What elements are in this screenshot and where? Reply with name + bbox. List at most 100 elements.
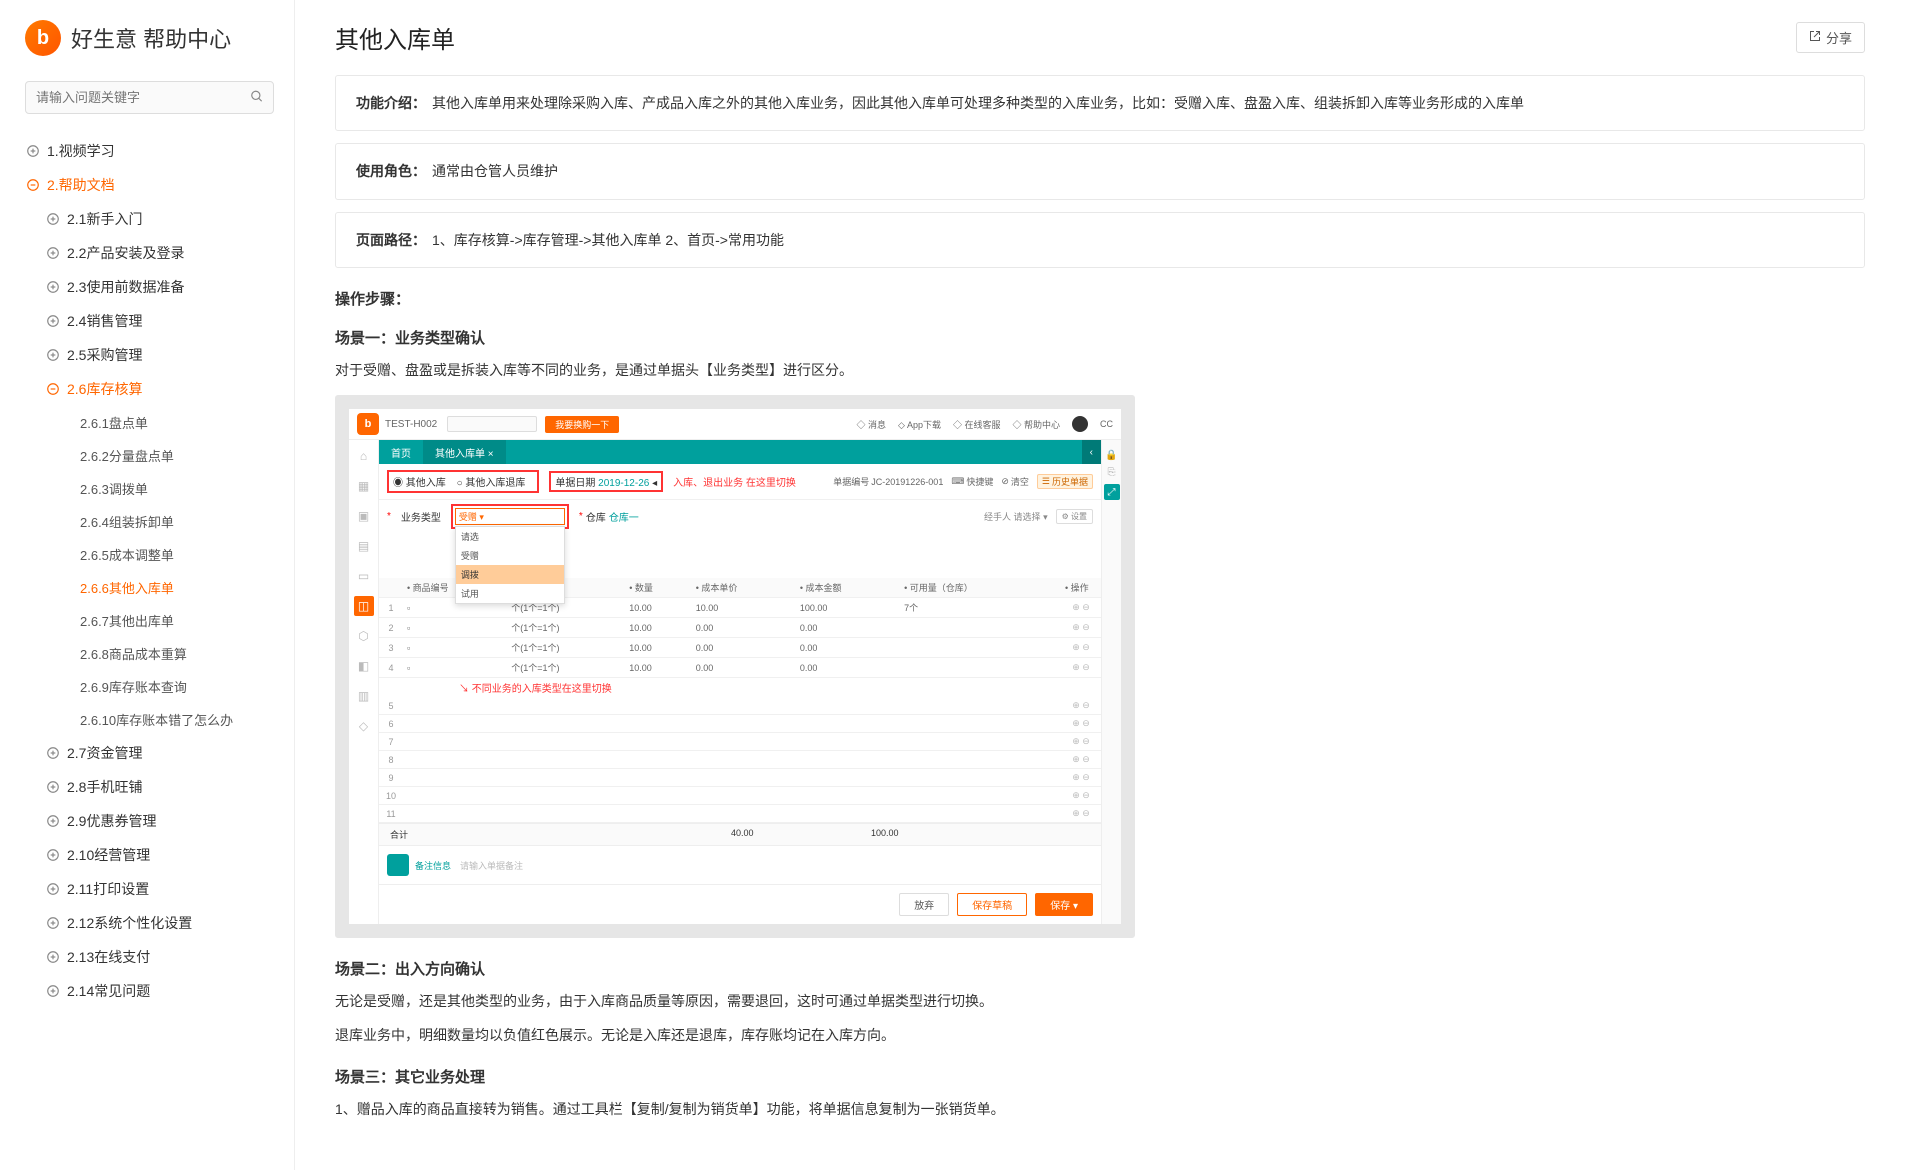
mock-warehouse-field: *仓库 仓库一 [579, 509, 639, 524]
plus-icon [45, 779, 61, 795]
nav-label: 2.6.10库存账本错了怎么办 [80, 710, 233, 729]
nav-label: 2.5采购管理 [67, 345, 142, 365]
page-title: 其他入库单 [335, 20, 455, 55]
nav-subitem[interactable]: 2.6.8商品成本重算 [25, 637, 274, 670]
mock-save-button: 保存 ▾ [1035, 893, 1093, 916]
grid-icon: ▦ [354, 476, 374, 496]
mock-tab-home: 首页 [379, 440, 423, 464]
nav-subitem[interactable]: 2.6.10库存账本错了怎么办 [25, 703, 274, 736]
nav-subitem[interactable]: 2.6.2分量盘点单 [25, 439, 274, 472]
scene2-text2: 退库业务中，明细数量均以负值红色展示。无论是入库还是退库，库存账均记在入库方向。 [335, 1023, 1865, 1048]
minus-icon [25, 177, 41, 193]
mock-left-rail: ⌂ ▦ ▣ ▤ ▭ ◫ ⬡ ◧ ▥ ◇ [349, 440, 379, 924]
nav-item-helpdoc[interactable]: 2.帮助文档 [25, 168, 274, 202]
nav-label: 2.6.4组装拆卸单 [80, 512, 174, 531]
nav-item[interactable]: 2.12系统个性化设置 [25, 906, 274, 940]
mock-toplink: ◇ App下载 [898, 418, 941, 431]
share-label: 分享 [1826, 28, 1852, 47]
nav-item[interactable]: 2.14常见问题 [25, 974, 274, 1008]
mock-remark-row: 备注信息 请输入单据备注 [379, 845, 1101, 884]
info-box-intro: 功能介绍：其他入库单用来处理除采购入库、产成品入库之外的其他入库业务，因此其他入… [335, 75, 1865, 131]
mock-toplink: ◇ 在线客服 [953, 418, 1001, 431]
info-label: 功能介绍： [356, 95, 426, 111]
plus-icon [45, 847, 61, 863]
nav-label: 2.8手机旺铺 [67, 777, 142, 797]
nav-item[interactable]: 2.11打印设置 [25, 872, 274, 906]
nav-subitem[interactable]: 2.6.3调拨单 [25, 472, 274, 505]
mock-red-annotation2: ↘ 不同业务的入库类型在这里切换 [379, 678, 1101, 697]
nav-item[interactable]: 2.10经营管理 [25, 838, 274, 872]
scene2-text1: 无论是受赠，还是其他类型的业务，由于入库商品质量等原因，需要退回，这时可通过单据… [335, 989, 1865, 1014]
money-icon: ⬡ [354, 626, 374, 646]
plus-icon [45, 983, 61, 999]
nav-subitem[interactable]: 2.6.9库存账本查询 [25, 670, 274, 703]
nav-item[interactable]: 2.5采购管理 [25, 338, 274, 372]
nav-label: 2.6.2分量盘点单 [80, 446, 174, 465]
more-icon: ◇ [354, 716, 374, 736]
nav-item[interactable]: 2.3使用前数据准备 [25, 270, 274, 304]
nav-subitem[interactable]: 2.6.6其他入库单 [25, 571, 274, 604]
mock-totals-row: 合计 40.00 100.00 [379, 823, 1101, 845]
mock-search-input [447, 416, 537, 432]
table-row: 3▫个(1个=1个)10.000.000.00⊕ ⊖ [379, 638, 1101, 658]
avatar-icon [1072, 416, 1088, 432]
scene1-text: 对于受赠、盘盈或是拆装入库等不同的业务，是通过单据头【业务类型】进行区分。 [335, 358, 1865, 383]
nav-label: 2.6.9库存账本查询 [80, 677, 187, 696]
nav-label: 2.3使用前数据准备 [67, 277, 184, 297]
logo-icon: b [25, 20, 61, 56]
nav-item[interactable]: 2.9优惠券管理 [25, 804, 274, 838]
mock-upgrade-button: 我要换购一下 [545, 416, 619, 433]
steps-heading: 操作步骤： [335, 288, 1865, 309]
info-box-path: 页面路径：1、库存核算->库存管理->其他入库单 2、首页->常用功能 [335, 212, 1865, 268]
plus-icon [45, 347, 61, 363]
nav-item[interactable]: 2.1新手入门 [25, 202, 274, 236]
inbox-icon: ▭ [354, 566, 374, 586]
mock-date-box: 单据日期 2019-12-26 ◂ [549, 471, 663, 492]
mock-tab-collapse-icon: ‹ [1082, 440, 1101, 464]
mock-discard-button: 放弃 [899, 893, 949, 916]
nav-subitem[interactable]: 2.6.4组装拆卸单 [25, 505, 274, 538]
mock-logo-icon: b [357, 413, 379, 435]
minus-icon [45, 381, 61, 397]
table-row: 5⊕ ⊖ [379, 697, 1101, 715]
mock-test-label: TEST-H002 [385, 419, 437, 430]
nav-subitem[interactable]: 2.6.7其他出库单 [25, 604, 274, 637]
brand-title: 好生意 帮助中心 [71, 22, 231, 54]
mock-toplink: ◇ 帮助中心 [1012, 418, 1060, 431]
nav-label: 2.10经营管理 [67, 845, 150, 865]
nav-item[interactable]: 2.13在线支付 [25, 940, 274, 974]
nav-item[interactable]: 2.4销售管理 [25, 304, 274, 338]
chart-icon: ◧ [354, 656, 374, 676]
nav-label: 2.7资金管理 [67, 743, 142, 763]
nav-item-stock[interactable]: 2.6库存核算 [25, 372, 274, 406]
search-input[interactable] [25, 81, 274, 114]
nav-label: 2.6.5成本调整单 [80, 545, 174, 564]
nav-item[interactable]: 2.8手机旺铺 [25, 770, 274, 804]
home-icon: ⌂ [354, 446, 374, 466]
nav-item[interactable]: 2.2产品安装及登录 [25, 236, 274, 270]
nav-label: 2.13在线支付 [67, 947, 150, 967]
nav-label: 2.帮助文档 [47, 175, 115, 195]
embedded-screenshot: b TEST-H002 我要换购一下 ◇ 消息◇ App下载◇ 在线客服◇ 帮助… [335, 395, 1135, 938]
mock-tab-doc: 其他入库单 × [423, 440, 506, 464]
search-icon[interactable] [250, 89, 264, 106]
stock-icon: ◫ [354, 596, 374, 616]
scene2-heading: 场景二：出入方向确认 [335, 958, 1865, 979]
brand: b 好生意 帮助中心 [25, 20, 274, 56]
share-button[interactable]: 分享 [1796, 22, 1865, 53]
table-row: 10⊕ ⊖ [379, 787, 1101, 805]
doc-icon: ▤ [354, 536, 374, 556]
nav-item-video[interactable]: 1.视频学习 [25, 134, 274, 168]
nav-subitem[interactable]: 2.6.1盘点单 [25, 406, 274, 439]
nav-label: 2.11打印设置 [67, 879, 149, 899]
table-row: 6⊕ ⊖ [379, 715, 1101, 733]
nav-subitem[interactable]: 2.6.5成本调整单 [25, 538, 274, 571]
plus-icon [45, 949, 61, 965]
mock-toplink: CC [1100, 419, 1113, 429]
nav-item[interactable]: 2.7资金管理 [25, 736, 274, 770]
mock-handler-field: 经手人 请选择 ▾ [984, 510, 1048, 523]
mock-history-badge: ☰ 历史单据 [1037, 474, 1093, 489]
nav-label: 2.14常见问题 [67, 981, 150, 1001]
plus-icon [45, 915, 61, 931]
info-label: 页面路径： [356, 232, 426, 248]
